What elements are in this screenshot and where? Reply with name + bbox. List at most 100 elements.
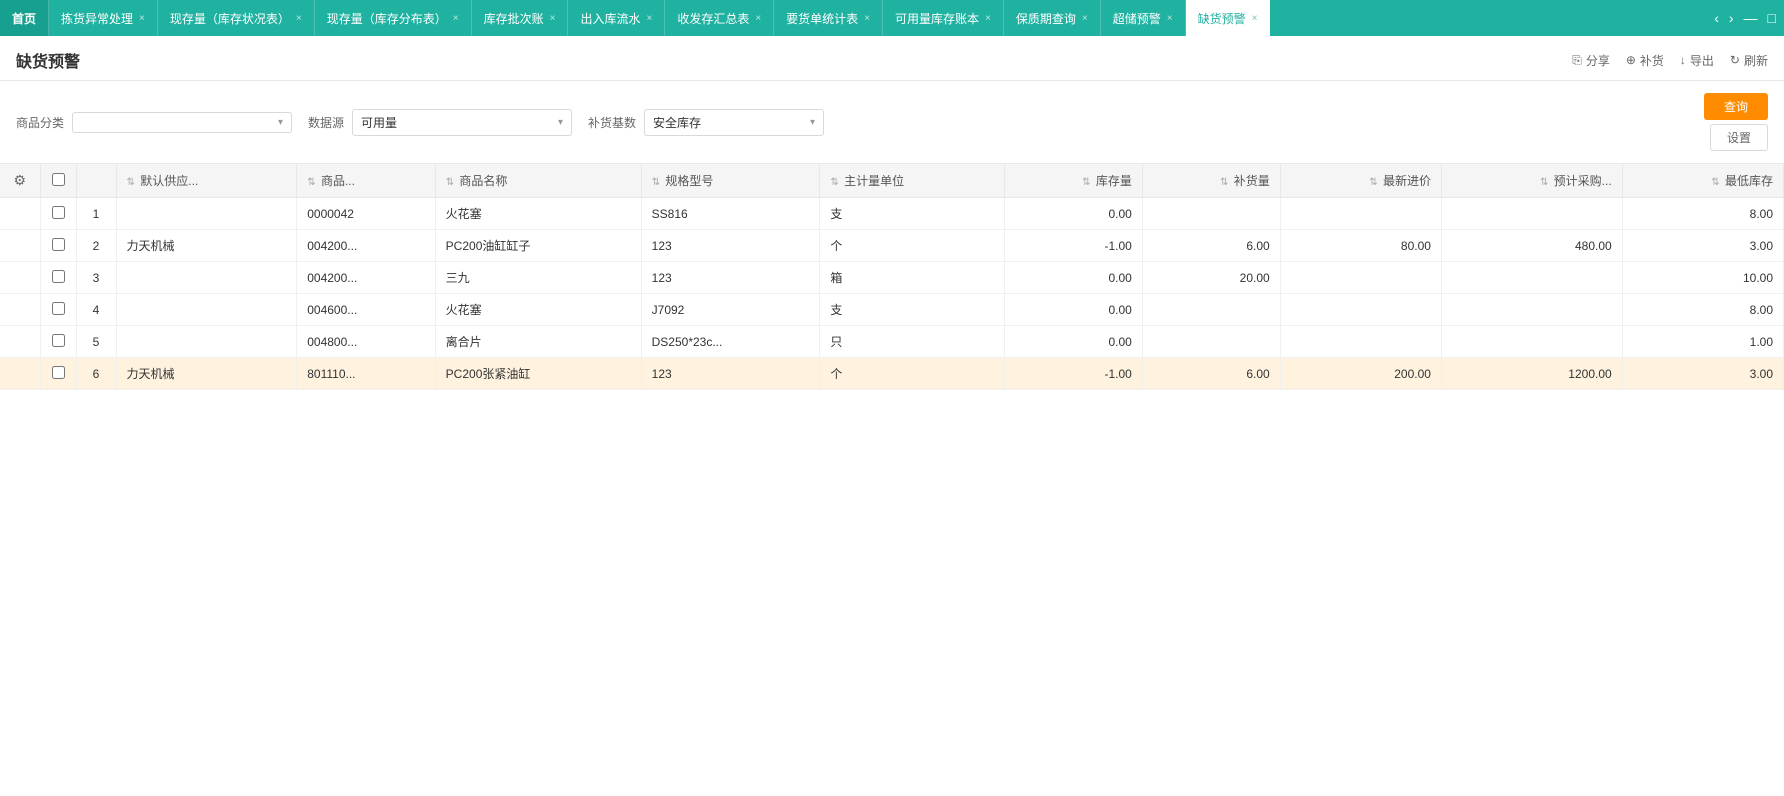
tab-label-shortage: 缺货预警 — [1198, 10, 1246, 27]
tab-inventory-dist[interactable]: 现存量（库存分布表）× — [315, 0, 472, 36]
replenish-base-arrow: ▾ — [810, 117, 815, 128]
tab-inventory-status[interactable]: 现存量（库存状况表） × — [158, 0, 315, 36]
replenish-base-select[interactable]: 安全库存 ▾ — [644, 109, 824, 136]
row-checkbox-3[interactable] — [52, 302, 65, 315]
row-check-cell-2 — [40, 262, 76, 294]
tab-close-abnormal[interactable]: × — [139, 13, 145, 24]
tab-inout-flow[interactable]: 出入库流水 × — [568, 0, 665, 36]
share-button[interactable]: ⎘ 分享 — [1572, 52, 1610, 69]
table-row: 2力天机械004200...PC200油缸缸子123个-1.006.0080.0… — [0, 230, 1784, 262]
tab-close-recv-summary[interactable]: × — [755, 13, 761, 24]
row-checkbox-1[interactable] — [52, 238, 65, 251]
row-spec-2: 123 — [641, 262, 820, 294]
row-no-0: 1 — [76, 198, 116, 230]
row-supplier-3 — [116, 294, 297, 326]
tab-overstock[interactable]: 超储预警× — [1101, 0, 1186, 36]
col-supplier-header[interactable]: ⇅ 默认供应... — [116, 164, 297, 198]
row-unit-5: 个 — [820, 358, 1005, 390]
tab-close-overstock[interactable]: × — [1167, 13, 1173, 24]
row-est-purchase-5: 1200.00 — [1441, 358, 1622, 390]
category-select-arrow: ▾ — [278, 117, 283, 128]
row-unit-3: 支 — [820, 294, 1005, 326]
col-unit-header[interactable]: ⇅ 主计量单位 — [820, 164, 1005, 198]
row-gear-cell-0 — [0, 198, 40, 230]
row-gear-cell-4 — [0, 326, 40, 358]
refresh-button[interactable]: ↻ 刷新 — [1730, 52, 1768, 69]
tab-close-inventory-dist[interactable]: × — [453, 13, 459, 24]
tab-batch[interactable]: 库存批次账× — [472, 0, 569, 36]
row-spec-1: 123 — [641, 230, 820, 262]
tab-close-expiry[interactable]: × — [1082, 13, 1088, 24]
row-gear-cell-3 — [0, 294, 40, 326]
tab-home[interactable]: 首页 — [0, 0, 49, 36]
row-check-cell-5 — [40, 358, 76, 390]
datasource-select-arrow: ▾ — [558, 117, 563, 128]
query-button[interactable]: 查询 — [1704, 93, 1768, 120]
replenish-button[interactable]: ⊕ 补货 — [1626, 52, 1664, 69]
tab-prev-button[interactable]: ‹ — [1710, 8, 1723, 28]
tab-recv-summary[interactable]: 收发存汇总表× — [665, 0, 774, 36]
row-checkbox-0[interactable] — [52, 206, 65, 219]
col-min-stock-header[interactable]: ⇅ 最低库存 — [1622, 164, 1783, 198]
settings-button[interactable]: 设置 — [1710, 124, 1768, 151]
row-checkbox-2[interactable] — [52, 270, 65, 283]
col-replenish-header[interactable]: ⇅ 补货量 — [1142, 164, 1280, 198]
gear-settings-button[interactable]: ⚙ — [13, 172, 26, 189]
tab-close-order-stat[interactable]: × — [864, 13, 870, 24]
tab-label-inventory-status: 现存量（库存状况表） — [170, 10, 290, 27]
replenish-base-value: 安全库存 — [653, 114, 701, 131]
export-button[interactable]: ↓ 导出 — [1680, 52, 1714, 69]
row-est-purchase-3 — [1441, 294, 1622, 326]
tab-close-shortage[interactable]: × — [1252, 13, 1258, 24]
row-check-cell-3 — [40, 294, 76, 326]
category-filter-group: 商品分类 ▾ — [16, 112, 292, 133]
row-checkbox-4[interactable] — [52, 334, 65, 347]
tab-close-inout-flow[interactable]: × — [646, 13, 652, 24]
row-check-cell-0 — [40, 198, 76, 230]
tab-shortage[interactable]: 缺货预警 × — [1186, 0, 1271, 36]
tab-expiry[interactable]: 保质期查询× — [1004, 0, 1101, 36]
tab-label-inout-flow: 出入库流水 — [580, 10, 640, 27]
col-code-header[interactable]: ⇅ 商品... — [297, 164, 435, 198]
row-replenish-2: 20.00 — [1142, 262, 1280, 294]
tab-abnormal[interactable]: 拣货异常处理× — [49, 0, 158, 36]
row-code-5: 801110... — [297, 358, 435, 390]
row-checkbox-5[interactable] — [52, 366, 65, 379]
row-no-2: 3 — [76, 262, 116, 294]
col-last-price-header[interactable]: ⇅ 最新进价 — [1280, 164, 1441, 198]
row-min-stock-5: 3.00 — [1622, 358, 1783, 390]
row-gear-cell-2 — [0, 262, 40, 294]
tab-close-batch[interactable]: × — [550, 13, 556, 24]
col-spec-header[interactable]: ⇅ 规格型号 — [641, 164, 820, 198]
tab-close-inventory-status[interactable]: × — [296, 13, 302, 24]
tab-minimize-button[interactable]: — — [1740, 8, 1762, 28]
datasource-filter-group: 数据源 可用量 ▾ — [308, 109, 572, 136]
row-est-purchase-2 — [1441, 262, 1622, 294]
replenish-base-filter-group: 补货基数 安全库存 ▾ — [588, 109, 824, 136]
check-all-checkbox[interactable] — [52, 173, 65, 186]
category-select[interactable]: ▾ — [72, 112, 292, 133]
tab-order-stat[interactable]: 要货单统计表× — [774, 0, 883, 36]
tab-avail-ledger[interactable]: 可用量库存账本× — [883, 0, 1004, 36]
row-est-purchase-4 — [1441, 326, 1622, 358]
row-no-4: 5 — [76, 326, 116, 358]
refresh-icon: ↻ — [1730, 53, 1740, 67]
tab-bar: 首页拣货异常处理×现存量（库存状况表）×现存量（库存分布表）×库存批次账×出入库… — [0, 0, 1784, 36]
table-container: ⚙ ⇅ 默认供应... ⇅ 商品... ⇅ — [0, 164, 1784, 390]
export-icon: ↓ — [1680, 53, 1686, 67]
datasource-select[interactable]: 可用量 ▾ — [352, 109, 572, 136]
table-row: 10000042火花塞SS816支0.008.00 — [0, 198, 1784, 230]
row-replenish-4 — [1142, 326, 1280, 358]
row-unit-1: 个 — [820, 230, 1005, 262]
col-name-header[interactable]: ⇅ 商品名称 — [435, 164, 641, 198]
col-est-purchase-header[interactable]: ⇅ 预计采购... — [1441, 164, 1622, 198]
tab-next-button[interactable]: › — [1725, 8, 1738, 28]
table-row: 6力天机械801110...PC200张紧油缸123个-1.006.00200.… — [0, 358, 1784, 390]
col-stock-header[interactable]: ⇅ 库存量 — [1004, 164, 1142, 198]
row-replenish-0 — [1142, 198, 1280, 230]
row-supplier-2 — [116, 262, 297, 294]
tab-maximize-button[interactable]: □ — [1764, 8, 1780, 28]
row-name-1: PC200油缸缸子 — [435, 230, 641, 262]
tab-close-avail-ledger[interactable]: × — [985, 13, 991, 24]
row-stock-4: 0.00 — [1004, 326, 1142, 358]
